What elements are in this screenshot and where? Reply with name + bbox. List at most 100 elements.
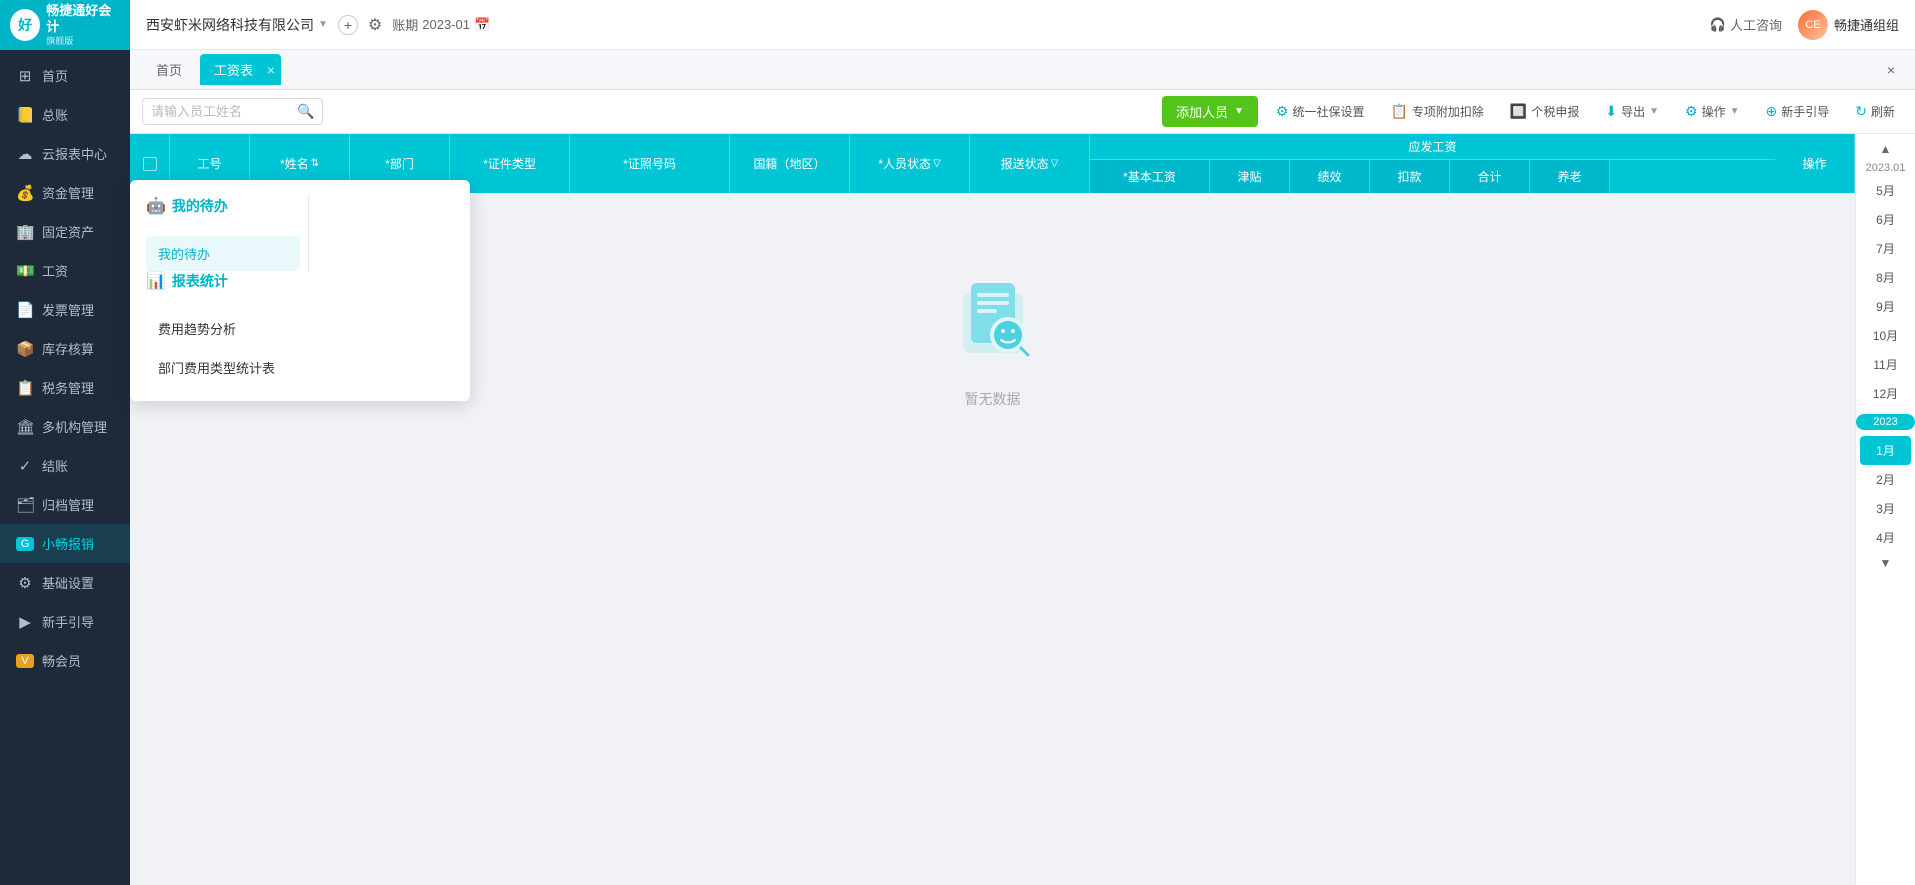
dropdown-item-cost-trend[interactable]: 费用趋势分析	[146, 311, 300, 346]
th-nationality: 国籍（地区）	[730, 134, 850, 193]
export-dropdown-icon: ▼	[1649, 106, 1659, 117]
tab-home[interactable]: 首页	[142, 54, 196, 85]
sidebar-item-settlement[interactable]: ✓ 结账	[0, 446, 130, 485]
sidebar-item-xiaochang[interactable]: G 小畅报销	[0, 524, 130, 563]
dropdown-item-my-todo[interactable]: 我的待办	[146, 236, 300, 271]
month-nav-down[interactable]: ▼	[1856, 552, 1915, 574]
salary-group-cols: *基本工资 津贴 绩效 扣款 合	[1090, 160, 1775, 193]
inventory-icon: 📦	[16, 340, 34, 358]
dropdown-divider	[308, 196, 309, 271]
dropdown-grid: 🤖 我的待办 我的待办 📊 报表统计 费用趋势分析 部门费用类型统计表	[146, 196, 454, 385]
export-button[interactable]: ⬇ 导出 ▼	[1597, 99, 1667, 124]
month-item-8[interactable]: 8月	[1856, 263, 1915, 292]
ledger-icon: 📒	[16, 106, 34, 124]
month-item-9[interactable]: 9月	[1856, 292, 1915, 321]
year-badge-container: 2023	[1856, 412, 1915, 432]
dropdown-item-dept-cost[interactable]: 部门费用类型统计表	[146, 350, 300, 385]
tab-salary-sheet[interactable]: 工资表 ×	[200, 54, 281, 85]
add-person-button[interactable]: 添加人员 ▼	[1162, 96, 1258, 127]
add-company-button[interactable]: +	[338, 15, 358, 35]
header-right: 🎧 人工咨询 CE 畅捷通组组	[1710, 10, 1899, 40]
social-insurance-icon: ⚙	[1276, 103, 1289, 120]
month-item-12[interactable]: 12月	[1856, 379, 1915, 408]
toolbar: 🔍 添加人员 ▼ ⚙ 统一社保设置 📋 专项附加扣除 🔲 个税申报 ⬇ 导出	[130, 90, 1915, 134]
th-pension: 养老	[1530, 160, 1610, 193]
operation-dropdown-icon: ▼	[1730, 106, 1740, 117]
user-menu[interactable]: CE 畅捷通组组	[1798, 10, 1899, 40]
settings-button[interactable]: ⚙	[368, 15, 382, 35]
empty-text: 暂无数据	[965, 389, 1021, 409]
th-total: 合计	[1450, 160, 1530, 193]
salary-group-container: 应发工资 *基本工资 津贴 绩效	[1090, 134, 1775, 193]
month-item-11[interactable]: 11月	[1856, 350, 1915, 379]
support-button[interactable]: 🎧 人工咨询	[1710, 15, 1782, 34]
name-sort-icon[interactable]: ⇅	[311, 158, 319, 169]
toolbar-actions: 添加人员 ▼ ⚙ 统一社保设置 📋 专项附加扣除 🔲 个税申报 ⬇ 导出 ▼ ⚙	[1162, 96, 1903, 127]
month-picker: ▲ 2023.01 5月 6月 7月 8月 9月 10月 11月	[1855, 134, 1915, 885]
social-insurance-button[interactable]: ⚙ 统一社保设置	[1268, 99, 1373, 124]
calendar-icon[interactable]: 📅	[474, 17, 490, 33]
person-status-filter-icon[interactable]: ▽	[933, 158, 941, 169]
month-item-5[interactable]: 5月	[1856, 176, 1915, 205]
month-nav-up[interactable]: ▲	[1856, 138, 1915, 160]
report-status-filter-icon[interactable]: ▽	[1051, 158, 1059, 169]
special-deduction-button[interactable]: 📋 专项附加扣除	[1382, 99, 1491, 124]
cloud-icon: ☁	[16, 145, 34, 163]
sidebar-item-basic[interactable]: ⚙ 基础设置	[0, 563, 130, 602]
sidebar-item-inventory[interactable]: 📦 库存核算	[0, 329, 130, 368]
sidebar-item-guide[interactable]: ▶ 新手引导	[0, 602, 130, 641]
guide-icon: ▶	[16, 613, 34, 631]
month-item-10[interactable]: 10月	[1856, 321, 1915, 350]
sidebar-item-ledger[interactable]: 📒 总账	[0, 95, 130, 134]
export-icon: ⬇	[1605, 103, 1617, 120]
company-selector[interactable]: 西安虾米网络科技有限公司 ▼	[146, 15, 328, 35]
sidebar-item-cloud-report[interactable]: ☁ 云报表中心	[0, 134, 130, 173]
sidebar-item-member[interactable]: V 畅会员	[0, 641, 130, 680]
th-allowance: 津贴	[1210, 160, 1290, 193]
th-bonus: 绩效	[1290, 160, 1370, 193]
th-cert-no: *证照号码	[570, 134, 730, 193]
month-item-1-active[interactable]: 1月	[1860, 436, 1911, 465]
dropdown-col-2: 📊 报表统计 费用趋势分析 部门费用类型统计表	[146, 271, 300, 385]
month-item-3[interactable]: 3月	[1856, 494, 1915, 523]
search-icon[interactable]: 🔍	[297, 103, 314, 120]
month-item-6[interactable]: 6月	[1856, 205, 1915, 234]
close-all-tabs-button[interactable]: ×	[1879, 58, 1903, 82]
tax-return-button[interactable]: 🔲 个税申报	[1502, 99, 1587, 124]
month-item-4[interactable]: 4月	[1856, 523, 1915, 552]
special-deduction-icon: 📋	[1390, 103, 1407, 120]
period-display: 账期 2023-01 📅	[392, 15, 490, 34]
sidebar-item-invoice[interactable]: 📄 发票管理	[0, 290, 130, 329]
finance-icon: 💰	[16, 184, 34, 202]
tab-bar-right: ×	[285, 58, 1903, 82]
sidebar-item-home[interactable]: ⊞ 首页	[0, 56, 130, 95]
select-all-checkbox[interactable]	[143, 157, 157, 171]
sidebar-nav: ⊞ 首页 📒 总账 ☁ 云报表中心 💰 资金管理 🏢 固定资产 💵 工资 📄 发…	[0, 50, 130, 885]
home-icon: ⊞	[16, 67, 34, 85]
month-item-2[interactable]: 2月	[1856, 465, 1915, 494]
sidebar-item-archive[interactable]: 🗂 归档管理	[0, 485, 130, 524]
th-report-status: 报送状态 ▽	[970, 134, 1090, 193]
top-header: 西安虾米网络科技有限公司 ▼ + ⚙ 账期 2023-01 📅 🎧 人工咨询 C…	[130, 0, 1915, 50]
th-person-status: *人员状态 ▽	[850, 134, 970, 193]
new-guide-button[interactable]: ⊕ 新手引导	[1758, 99, 1838, 124]
sidebar-item-salary[interactable]: 💵 工资	[0, 251, 130, 290]
sidebar-item-multi-org[interactable]: 🏛 多机构管理	[0, 407, 130, 446]
refresh-button[interactable]: ↻ 刷新	[1847, 99, 1903, 124]
sidebar-item-tax[interactable]: 📋 税务管理	[0, 368, 130, 407]
month-item-7[interactable]: 7月	[1856, 234, 1915, 263]
todo-icon: 🤖	[146, 196, 166, 216]
sidebar-item-finance[interactable]: 💰 资金管理	[0, 173, 130, 212]
company-dropdown-icon: ▼	[318, 19, 328, 30]
sidebar: 好 畅捷通好会计 旗舰版 ⊞ 首页 📒 总账 ☁ 云报表中心 💰 资金管理 🏢 …	[0, 0, 130, 885]
salary-group-label: 应发工资	[1090, 134, 1775, 160]
archive-icon: 🗂	[16, 496, 34, 514]
operation-button[interactable]: ⚙ 操作 ▼	[1677, 99, 1747, 124]
avatar: CE	[1798, 10, 1828, 40]
operation-icon: ⚙	[1685, 103, 1698, 120]
right-panel-year-label: 2023.01	[1856, 160, 1915, 176]
tab-close-button[interactable]: ×	[267, 62, 275, 78]
sidebar-item-fixed-assets[interactable]: 🏢 固定资产	[0, 212, 130, 251]
add-person-dropdown-icon: ▼	[1234, 106, 1244, 117]
search-input[interactable]	[151, 104, 291, 119]
